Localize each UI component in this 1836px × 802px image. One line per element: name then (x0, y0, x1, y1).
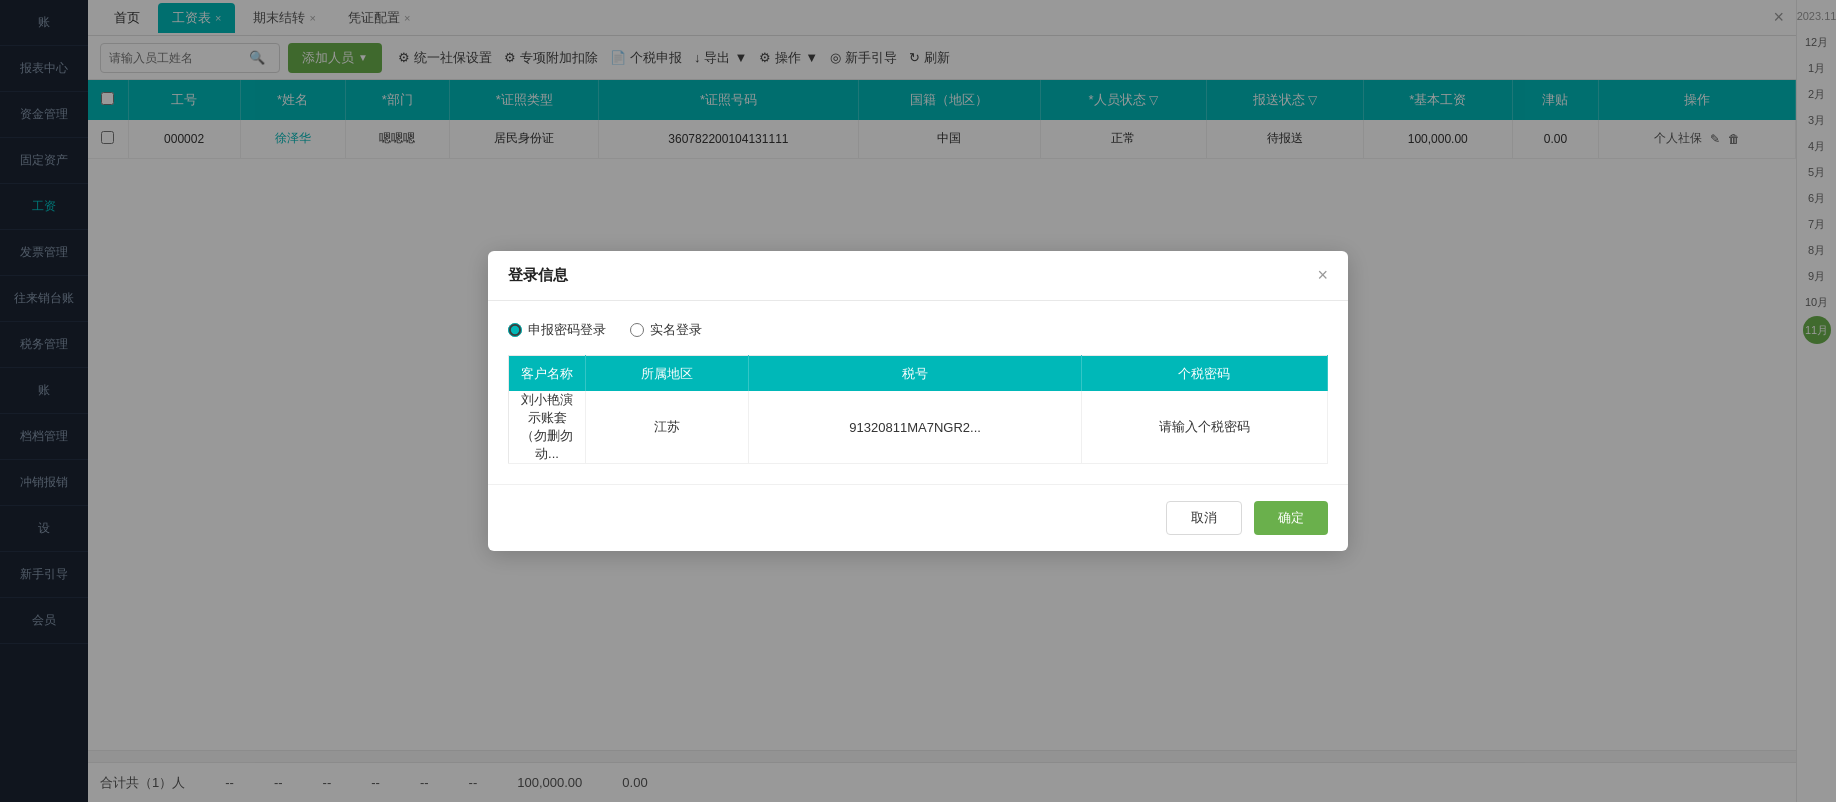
modal-footer: 取消 确定 (488, 484, 1348, 551)
inner-table-header: 客户名称 所属地区 税号 个税密码 (509, 355, 1328, 391)
login-modal: 登录信息 × 申报密码登录 实名登录 客户名称 (488, 251, 1348, 552)
confirm-button[interactable]: 确定 (1254, 501, 1328, 535)
inner-table-row: 刘小艳演示账套（勿删勿动... 江苏 91320811MA7NGR2... 请输… (509, 391, 1328, 464)
col-client-name: 客户名称 (509, 355, 586, 391)
modal-body: 申报密码登录 实名登录 客户名称 所属地区 税号 个税密码 (488, 301, 1348, 485)
col-tax-id: 税号 (749, 355, 1081, 391)
radio-realname-label: 实名登录 (650, 321, 702, 339)
login-info-table: 客户名称 所属地区 税号 个税密码 刘小艳演示账套（勿删勿动... 江苏 913… (508, 355, 1328, 465)
modal-title: 登录信息 (508, 266, 568, 285)
tax-id-cell: 91320811MA7NGR2... (749, 391, 1081, 464)
modal-close-button[interactable]: × (1317, 265, 1328, 286)
modal-header: 登录信息 × (488, 251, 1348, 301)
radio-realname-login[interactable]: 实名登录 (630, 321, 702, 339)
modal-overlay[interactable]: 登录信息 × 申报密码登录 实名登录 客户名称 (0, 0, 1836, 802)
radio-password-label: 申报密码登录 (528, 321, 606, 339)
password-input-cell[interactable]: 请输入个税密码 (1081, 391, 1327, 464)
radio-realname-input[interactable] (630, 323, 644, 337)
radio-password-input[interactable] (508, 323, 522, 337)
region-cell: 江苏 (586, 391, 749, 464)
col-region: 所属地区 (586, 355, 749, 391)
col-tax-password: 个税密码 (1081, 355, 1327, 391)
cancel-button[interactable]: 取消 (1166, 501, 1242, 535)
radio-group: 申报密码登录 实名登录 (508, 321, 1328, 339)
radio-password-login[interactable]: 申报密码登录 (508, 321, 606, 339)
client-name-cell: 刘小艳演示账套（勿删勿动... (509, 391, 586, 464)
